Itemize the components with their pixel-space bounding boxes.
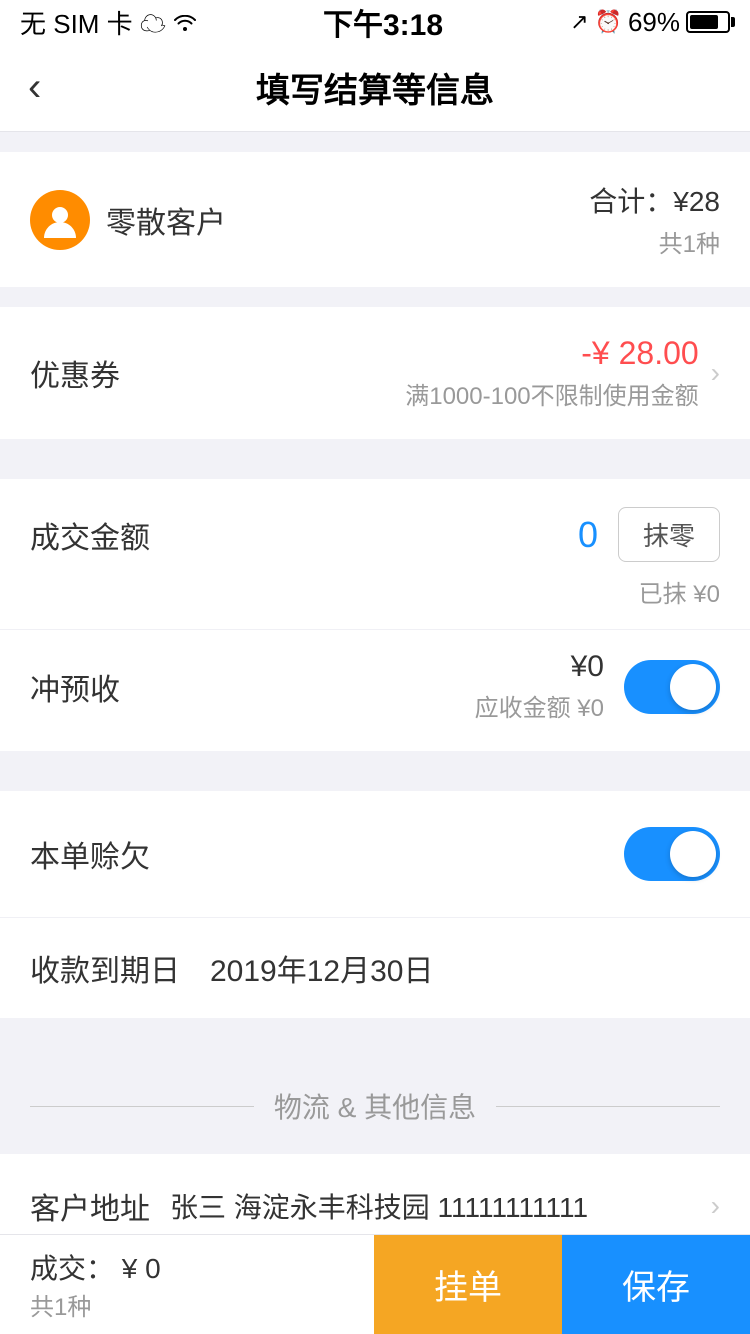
customer-right: 合计：¥28 共1种: [589, 180, 720, 259]
battery-icon: [686, 11, 730, 33]
coupon-right: -¥ 28.00 满1000-100不限制使用金额 ›: [405, 335, 720, 411]
transaction-card: 成交金额 0 抹零 已抹 ¥0 冲预收 ¥0 应收金额 ¥0: [0, 479, 750, 751]
coupon-card[interactable]: 优惠券 -¥ 28.00 满1000-100不限制使用金额 ›: [0, 307, 750, 439]
prereceive-toggle[interactable]: [624, 660, 720, 714]
debt-toggle-knob: [670, 831, 716, 877]
debt-label: 本单赊欠: [30, 832, 150, 876]
prereceive-sub: 应收金额 ¥0: [475, 688, 604, 723]
status-right: ↗ ⏰ 69%: [570, 7, 730, 38]
logistics-title: 物流 & 其他信息: [274, 1086, 476, 1126]
prereceive-row: 冲预收 ¥0 应收金额 ¥0: [0, 629, 750, 751]
address-label: 客户地址: [30, 1184, 150, 1228]
bottom-deal-label: 成交： ¥ 0: [30, 1247, 344, 1287]
prereceive-main: ¥0: [475, 650, 604, 684]
coupon-chevron-icon: ›: [711, 357, 720, 389]
status-bar: 无 SIM 卡 ☁ 下午3:18 ↗ ⏰ 69%: [0, 0, 750, 44]
alarm-icon: ⏰: [595, 9, 622, 35]
coupon-row[interactable]: 优惠券 -¥ 28.00 满1000-100不限制使用金额 ›: [0, 307, 750, 439]
back-button[interactable]: ‹: [28, 65, 41, 110]
section-divider-2: [0, 771, 750, 791]
debt-toggle[interactable]: [624, 827, 720, 881]
logistics-divider-left: [30, 1106, 254, 1107]
address-value: 张三 海淀永丰科技园 11111111111: [170, 1186, 691, 1226]
debt-card: 本单赊欠 收款到期日 2019年12月30日: [0, 791, 750, 1018]
coupon-value-block: -¥ 28.00 满1000-100不限制使用金额: [405, 335, 698, 411]
total-count: 共1种: [589, 224, 720, 259]
bottom-summary: 成交： ¥ 0 共1种: [0, 1235, 374, 1334]
section-divider-3: [0, 1038, 750, 1058]
customer-left: 零散客户: [30, 190, 226, 250]
duedate-label: 收款到期日: [30, 946, 180, 990]
status-time: 下午3:18: [323, 0, 443, 44]
avatar: [30, 190, 90, 250]
round-button[interactable]: 抹零: [618, 507, 720, 562]
duedate-row: 收款到期日 2019年12月30日: [0, 917, 750, 1018]
logistics-divider-right: [496, 1106, 720, 1107]
logistics-header: 物流 & 其他信息: [0, 1058, 750, 1154]
prereceive-values: ¥0 应收金额 ¥0: [475, 650, 604, 723]
status-left: 无 SIM 卡 ☁: [20, 4, 196, 41]
transaction-label: 成交金额: [30, 513, 150, 557]
transaction-right: 0 抹零: [578, 507, 720, 562]
nav-bar: ‹ 填写结算等信息: [0, 44, 750, 132]
toggle-knob: [670, 664, 716, 710]
customer-card: 零散客户 合计：¥28 共1种: [0, 152, 750, 287]
prereceive-right: ¥0 应收金额 ¥0: [475, 650, 720, 723]
coupon-amount: -¥ 28.00: [405, 335, 698, 372]
address-chevron-icon: ›: [711, 1190, 720, 1222]
transaction-row: 成交金额 0 抹零: [0, 479, 750, 574]
already-rounded: 已抹 ¥0: [0, 574, 750, 629]
coupon-note: 满1000-100不限制使用金额: [405, 376, 698, 411]
page-title: 填写结算等信息: [256, 63, 494, 112]
bottom-count-label: 共1种: [30, 1287, 344, 1322]
save-button[interactable]: 保存: [562, 1235, 750, 1334]
coupon-label: 优惠券: [30, 351, 120, 395]
battery-percent: 69%: [628, 7, 680, 38]
total-label: 合计：¥28: [589, 180, 720, 220]
transaction-value: 0: [578, 514, 598, 556]
sim-label: 无 SIM 卡 ☁: [20, 4, 166, 41]
customer-row: 零散客户 合计：¥28 共1种: [0, 152, 750, 287]
duedate-value: 2019年12月30日: [210, 946, 433, 990]
debt-row: 本单赊欠: [0, 791, 750, 917]
section-divider-1: [0, 459, 750, 479]
prereceive-label: 冲预收: [30, 665, 120, 709]
location-icon: ↗: [570, 9, 588, 35]
hold-button[interactable]: 挂单: [374, 1235, 562, 1334]
customer-name: 零散客户: [106, 198, 226, 242]
wifi-icon: [174, 7, 196, 38]
bottom-bar: 成交： ¥ 0 共1种 挂单 保存: [0, 1234, 750, 1334]
